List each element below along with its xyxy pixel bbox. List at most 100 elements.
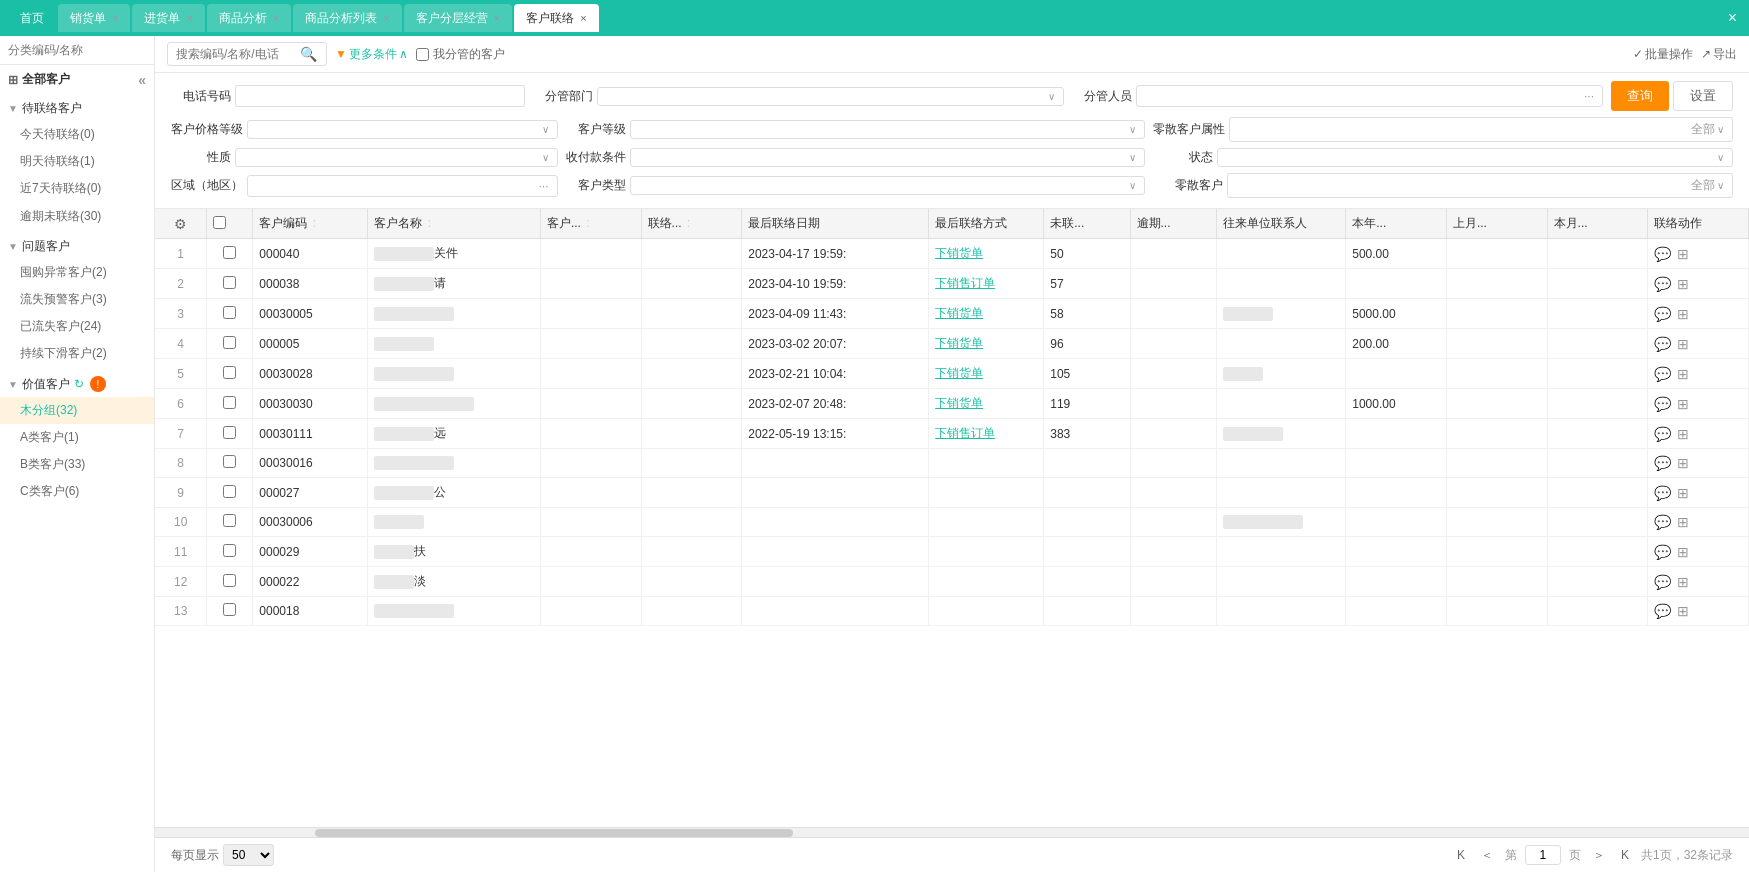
manager-select[interactable]: ··· [1136, 85, 1603, 107]
contact-method-link[interactable]: 下销货单 [935, 396, 983, 410]
message-action-icon[interactable]: 💬 [1654, 276, 1671, 292]
close-product-analysis-icon[interactable]: × [273, 12, 279, 24]
row-checkbox[interactable] [223, 276, 236, 289]
tab-product-analysis[interactable]: 商品分析 × [207, 4, 291, 32]
per-page-select[interactable]: 50 100 200 [223, 844, 274, 866]
sidebar-item-class-b[interactable]: B类客户(33) [0, 451, 154, 478]
select-all-col[interactable] [207, 209, 253, 239]
sidebar-item-churned[interactable]: 已流失客户(24) [0, 313, 154, 340]
message-action-icon[interactable]: 💬 [1654, 366, 1671, 382]
next-page-btn[interactable]: ＞ [1589, 845, 1609, 866]
row-checkbox-cell[interactable] [207, 537, 253, 567]
sidebar-item-7day-pending[interactable]: 近7天待联络(0) [0, 175, 154, 202]
message-action-icon[interactable]: 💬 [1654, 246, 1671, 262]
more-action-icon[interactable]: ⊞ [1677, 485, 1689, 501]
close-all-tabs-icon[interactable]: × [1724, 5, 1741, 31]
tab-product-list[interactable]: 商品分析列表 × [293, 4, 401, 32]
reset-btn[interactable]: 设置 [1673, 81, 1733, 111]
message-action-icon[interactable]: 💬 [1654, 603, 1671, 619]
row-checkbox[interactable] [223, 396, 236, 409]
more-action-icon[interactable]: ⊞ [1677, 246, 1689, 262]
filter-search-input[interactable] [176, 47, 296, 61]
close-product-list-icon[interactable]: × [383, 12, 389, 24]
sidebar-item-class-c[interactable]: C类客户(6) [0, 478, 154, 505]
row-checkbox-cell[interactable] [207, 239, 253, 269]
row-checkbox[interactable] [223, 336, 236, 349]
settings-col-header[interactable]: ⚙ [155, 209, 207, 239]
more-action-icon[interactable]: ⊞ [1677, 276, 1689, 292]
horizontal-scrollbar[interactable] [155, 827, 1749, 837]
more-action-icon[interactable]: ⊞ [1677, 603, 1689, 619]
row-checkbox[interactable] [223, 455, 236, 468]
row-checkbox-cell[interactable] [207, 359, 253, 389]
more-action-icon[interactable]: ⊞ [1677, 306, 1689, 322]
row-checkbox[interactable] [223, 603, 236, 616]
tab-purchase[interactable]: 进货单 × [132, 4, 204, 32]
retail-customer-select[interactable]: 全部 ∨ [1227, 173, 1733, 198]
payment-select[interactable]: ∨ [630, 148, 1146, 167]
collapse-sidebar-icon[interactable]: « [138, 72, 146, 88]
message-action-icon[interactable]: 💬 [1654, 455, 1671, 471]
nature-select[interactable]: ∨ [235, 148, 558, 167]
page-number-input[interactable] [1525, 845, 1561, 865]
batch-op-btn[interactable]: ✓ 批量操作 [1633, 46, 1693, 63]
row-checkbox-cell[interactable] [207, 597, 253, 626]
row-checkbox-cell[interactable] [207, 419, 253, 449]
row-checkbox[interactable] [223, 544, 236, 557]
row-checkbox-cell[interactable] [207, 567, 253, 597]
more-conditions-btn[interactable]: ▼ 更多条件 ∧ [335, 46, 408, 63]
tab-sales[interactable]: 销货单 × [58, 4, 130, 32]
row-checkbox-cell[interactable] [207, 329, 253, 359]
customer-level-select[interactable]: ∨ [630, 120, 1146, 139]
more-action-icon[interactable]: ⊞ [1677, 336, 1689, 352]
row-checkbox-cell[interactable] [207, 389, 253, 419]
close-customer-segment-icon[interactable]: × [494, 12, 500, 24]
more-action-icon[interactable]: ⊞ [1677, 455, 1689, 471]
filter-search-icon[interactable]: 🔍 [300, 46, 317, 62]
row-checkbox[interactable] [223, 306, 236, 319]
tab-customer-segment[interactable]: 客户分层经营 × [404, 4, 512, 32]
my-customers-checkbox[interactable] [416, 48, 429, 61]
status-select[interactable]: ∨ [1217, 148, 1733, 167]
more-action-icon[interactable]: ⊞ [1677, 574, 1689, 590]
sidebar-item-churn-warning[interactable]: 流失预警客户(3) [0, 286, 154, 313]
region-select[interactable]: ··· [247, 175, 558, 197]
export-btn[interactable]: ↗ 导出 [1701, 46, 1737, 63]
row-checkbox[interactable] [223, 366, 236, 379]
sidebar-item-no-group[interactable]: 木分组(32) [0, 397, 154, 424]
sidebar-all-customers[interactable]: ⊞ 全部客户 « [0, 65, 154, 94]
customer-type-select[interactable]: ∨ [630, 176, 1146, 195]
tab-customer-contact[interactable]: 客户联络 × [514, 4, 598, 32]
row-checkbox-cell[interactable] [207, 508, 253, 537]
message-action-icon[interactable]: 💬 [1654, 336, 1671, 352]
sidebar-item-declining[interactable]: 持续下滑客户(2) [0, 340, 154, 367]
problem-group-title[interactable]: ▼ 问题客户 [0, 234, 154, 259]
message-action-icon[interactable]: 💬 [1654, 574, 1671, 590]
more-action-icon[interactable]: ⊞ [1677, 396, 1689, 412]
row-checkbox-cell[interactable] [207, 269, 253, 299]
sidebar-item-hoard-anomaly[interactable]: 囤购异常客户(2) [0, 259, 154, 286]
message-action-icon[interactable]: 💬 [1654, 514, 1671, 530]
row-checkbox-cell[interactable] [207, 449, 253, 478]
row-checkbox[interactable] [223, 246, 236, 259]
more-action-icon[interactable]: ⊞ [1677, 426, 1689, 442]
close-purchase-icon[interactable]: × [186, 12, 192, 24]
value-refresh-icon[interactable]: ↻ [74, 377, 84, 391]
message-action-icon[interactable]: 💬 [1654, 306, 1671, 322]
more-action-icon[interactable]: ⊞ [1677, 544, 1689, 560]
table-settings-icon[interactable]: ⚙ [174, 216, 187, 232]
dept-select[interactable]: ∨ [597, 87, 1064, 106]
more-action-icon[interactable]: ⊞ [1677, 366, 1689, 382]
sidebar-item-tomorrow-pending[interactable]: 明天待联络(1) [0, 148, 154, 175]
row-checkbox-cell[interactable] [207, 299, 253, 329]
close-sales-icon[interactable]: × [112, 12, 118, 24]
contact-method-link[interactable]: 下销售订单 [935, 276, 995, 290]
row-checkbox[interactable] [223, 426, 236, 439]
row-checkbox[interactable] [223, 574, 236, 587]
row-checkbox[interactable] [223, 514, 236, 527]
price-level-select[interactable]: ∨ [247, 120, 558, 139]
last-page-btn[interactable]: K [1617, 846, 1633, 864]
more-action-icon[interactable]: ⊞ [1677, 514, 1689, 530]
close-customer-contact-icon[interactable]: × [580, 12, 586, 24]
value-group-title[interactable]: ▼ 价值客户 ↻ ! [0, 372, 154, 397]
